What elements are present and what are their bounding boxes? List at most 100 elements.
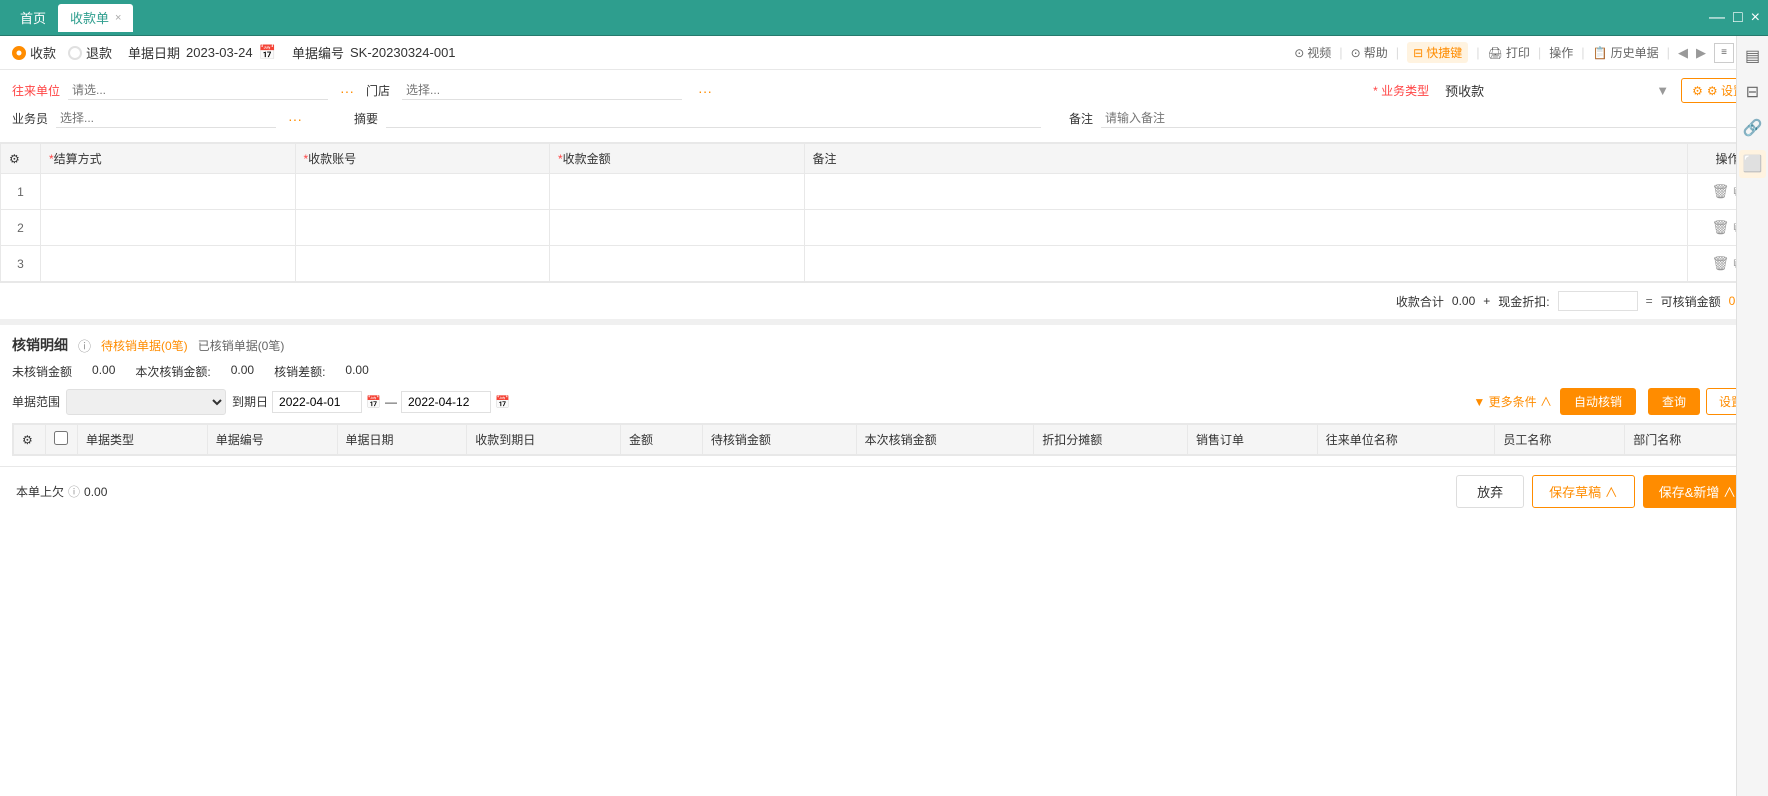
recon-col-date: 单据日期 bbox=[337, 425, 467, 455]
recon-col-discount: 折扣分摊额 bbox=[1034, 425, 1188, 455]
bottom-buttons: 放弃 保存草稿 ∧ 保存&新增 ∧ bbox=[1456, 475, 1752, 508]
reconciliation-section: 核销明细 ⓘ 待核销单据(0笔) 已核销单据(0笔) 未核销金额 0.00 本次… bbox=[0, 319, 1768, 466]
number-label: 单据编号 bbox=[292, 43, 344, 62]
next-icon[interactable]: ▶ bbox=[1696, 45, 1706, 61]
amount-3[interactable] bbox=[550, 246, 805, 282]
table-row: 2 🗑 ⧉ bbox=[1, 210, 1768, 246]
counterpart-label: 往来单位 bbox=[12, 82, 60, 99]
col-settings[interactable]: ⚙ bbox=[1, 144, 41, 174]
note-label: 备注 bbox=[1069, 110, 1093, 127]
calendar-from-icon[interactable]: 📅 bbox=[366, 395, 381, 409]
video-btn[interactable]: ⊙ 视频 bbox=[1294, 44, 1331, 61]
form-row-2: 业务员 ··· 摘要 备注 bbox=[12, 109, 1756, 128]
print-icon: 🖨 bbox=[1488, 46, 1503, 60]
date-from-input[interactable] bbox=[272, 391, 362, 413]
plus-sign: + bbox=[1483, 294, 1490, 308]
summary-input[interactable] bbox=[386, 109, 1041, 128]
account-1[interactable] bbox=[295, 174, 550, 210]
help-btn[interactable]: ⊙ 帮助 bbox=[1351, 44, 1388, 61]
close-icon[interactable]: × bbox=[1751, 9, 1760, 27]
settlement-1[interactable] bbox=[41, 174, 296, 210]
sidebar-list-icon[interactable]: ⊟ bbox=[1742, 78, 1763, 106]
radio-refund[interactable]: 退款 bbox=[68, 43, 112, 62]
account-2[interactable] bbox=[295, 210, 550, 246]
history-btn[interactable]: 📋 历史单据 bbox=[1593, 44, 1659, 61]
query-btn[interactable]: 查询 bbox=[1648, 388, 1700, 415]
print-label: 打印 bbox=[1506, 44, 1530, 61]
tab-current[interactable]: 收款单 × bbox=[58, 4, 133, 32]
col-settlement: *结算方式 bbox=[41, 144, 296, 174]
recon-col-type: 单据类型 bbox=[78, 425, 208, 455]
date-separator: — bbox=[385, 395, 397, 409]
maximize-icon[interactable]: □ bbox=[1733, 9, 1743, 27]
due-date-label: 到期日 bbox=[232, 393, 268, 410]
bottom-info-icon[interactable]: ⓘ bbox=[68, 483, 80, 500]
tab-close-icon[interactable]: × bbox=[115, 12, 121, 24]
note-3[interactable] bbox=[804, 246, 1688, 282]
radio-collection[interactable]: 收款 bbox=[12, 43, 56, 62]
counterpart-input[interactable] bbox=[68, 81, 328, 100]
account-3[interactable] bbox=[295, 246, 550, 282]
sidebar-link-icon[interactable]: 🔗 bbox=[1739, 114, 1767, 142]
calendar-icon[interactable]: 📅 bbox=[259, 44, 276, 61]
diff-value: 0.00 bbox=[345, 363, 368, 380]
layout-list-icon[interactable]: ≡ bbox=[1714, 43, 1734, 63]
shortcut-btn[interactable]: ⊟ 快捷键 bbox=[1407, 42, 1468, 63]
recon-toolbar: 单据范围 到期日 📅 — 📅 bbox=[12, 388, 1756, 415]
calendar-to-icon[interactable]: 📅 bbox=[495, 395, 510, 409]
amount-1[interactable] bbox=[550, 174, 805, 210]
recon-select-all[interactable] bbox=[54, 431, 68, 445]
abandon-btn[interactable]: 放弃 bbox=[1456, 475, 1524, 508]
due-date-field: 到期日 📅 — 📅 bbox=[232, 391, 510, 413]
number-value[interactable]: SK-20230324-001 bbox=[350, 45, 456, 60]
staff-input[interactable] bbox=[56, 109, 276, 128]
tab-current-label: 收款单 bbox=[70, 8, 109, 27]
bottom-bar: 本单上欠 ⓘ 0.00 放弃 保存草稿 ∧ 保存&新增 ∧ bbox=[0, 466, 1768, 516]
pending-tab[interactable]: 待核销单据(0笔) bbox=[101, 337, 188, 354]
prev-icon[interactable]: ◀ bbox=[1678, 45, 1688, 61]
range-select[interactable] bbox=[66, 389, 226, 415]
operation-btn[interactable]: 操作 bbox=[1549, 44, 1573, 61]
store-more-icon[interactable]: ··· bbox=[694, 83, 716, 99]
cash-discount-input[interactable] bbox=[1558, 291, 1638, 311]
store-input[interactable] bbox=[402, 81, 682, 100]
settlement-3[interactable] bbox=[41, 246, 296, 282]
recon-info-icon[interactable]: ⓘ bbox=[78, 336, 91, 355]
amount-2[interactable] bbox=[550, 210, 805, 246]
completed-tab[interactable]: 已核销单据(0笔) bbox=[198, 337, 285, 354]
operation-label: 操作 bbox=[1549, 44, 1573, 61]
save-new-label: 保存&新增 ∧ bbox=[1659, 482, 1736, 501]
delete-row-3-icon[interactable]: 🗑 bbox=[1712, 255, 1730, 272]
sidebar-expand-icon[interactable]: ⬜ bbox=[1739, 150, 1767, 178]
date-value[interactable]: 2023-03-24 bbox=[186, 45, 253, 60]
note-1[interactable] bbox=[804, 174, 1688, 210]
settlement-2[interactable] bbox=[41, 210, 296, 246]
date-to-input[interactable] bbox=[401, 391, 491, 413]
business-type-label: * 业务类型 bbox=[1373, 82, 1429, 99]
tab-home[interactable]: 首页 bbox=[8, 4, 58, 32]
print-btn[interactable]: 🖨 打印 bbox=[1488, 44, 1530, 61]
counterpart-more-icon[interactable]: ··· bbox=[336, 83, 358, 99]
note-input[interactable] bbox=[1101, 109, 1756, 128]
recon-header: 核销明细 ⓘ 待核销单据(0笔) 已核销单据(0笔) bbox=[12, 335, 1756, 355]
more-conditions-btn[interactable]: ▼ 更多条件 ∧ bbox=[1473, 393, 1552, 410]
gear-icon: ⚙ bbox=[1692, 84, 1703, 98]
recon-stats: 未核销金额 0.00 本次核销金额: 0.00 核销差额: 0.00 bbox=[12, 363, 1756, 380]
business-type-dropdown-icon[interactable]: ▼ bbox=[1656, 83, 1669, 98]
right-sidebar: ▤ ⊟ 🔗 ⬜ bbox=[1736, 36, 1768, 796]
auto-reconcile-btn[interactable]: 自动核销 bbox=[1560, 388, 1636, 415]
save-draft-btn[interactable]: 保存草稿 ∧ bbox=[1532, 475, 1635, 508]
delete-row-1-icon[interactable]: 🗑 bbox=[1712, 183, 1730, 200]
summary-label: 摘要 bbox=[354, 110, 378, 127]
table-row: 3 🗑 ⧉ bbox=[1, 246, 1768, 282]
table-row: 1 🗑 ⧉ bbox=[1, 174, 1768, 210]
range-label: 单据范围 bbox=[12, 393, 60, 410]
minimize-icon[interactable]: — bbox=[1709, 9, 1725, 27]
form-area: 往来单位 ··· 门店 ··· * 业务类型 预收款 ▼ bbox=[0, 70, 1768, 143]
delete-row-2-icon[interactable]: 🗑 bbox=[1712, 219, 1730, 236]
sidebar-table-icon[interactable]: ▤ bbox=[1741, 42, 1764, 70]
note-2[interactable] bbox=[804, 210, 1688, 246]
collection-table: ⚙ *结算方式 *收款账号 *收款金额 备注 操作 1 bbox=[0, 143, 1768, 282]
staff-more-icon[interactable]: ··· bbox=[284, 111, 306, 127]
recon-col-settings[interactable]: ⚙ bbox=[14, 425, 46, 455]
